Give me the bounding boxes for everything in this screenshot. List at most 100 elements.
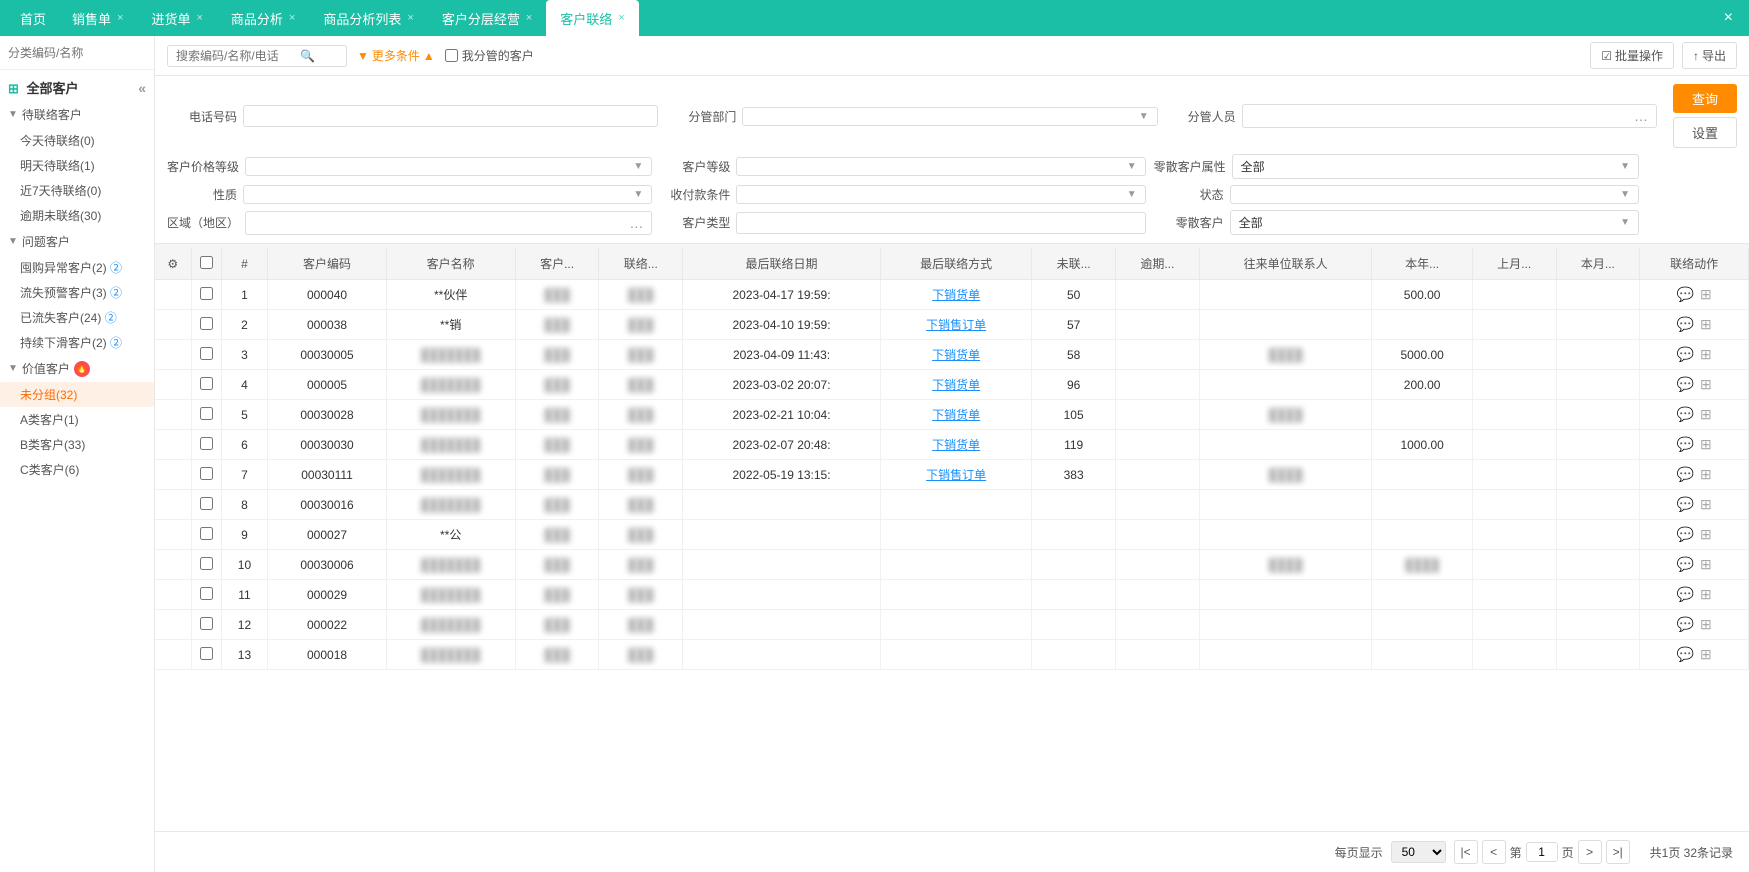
price-level-select[interactable]: ▼ — [245, 157, 652, 176]
row-select-checkbox[interactable] — [200, 347, 213, 360]
last-page-btn[interactable]: >| — [1606, 840, 1630, 864]
grid-icon[interactable]: ⊞ — [1700, 316, 1712, 333]
row-select-checkbox[interactable] — [200, 497, 213, 510]
sidebar-item-tomorrow[interactable]: 明天待联络(1) — [0, 153, 154, 178]
grid-icon[interactable]: ⊞ — [1700, 586, 1712, 603]
sidebar-item-c-class[interactable]: C类客户(6) — [0, 457, 154, 482]
grid-icon[interactable]: ⊞ — [1700, 556, 1712, 573]
sidebar-group-problem[interactable]: ▼ 问题客户 — [0, 228, 154, 255]
row-select-checkbox[interactable] — [200, 527, 213, 540]
page-size-select[interactable]: 50 100 200 — [1391, 841, 1446, 863]
close-tab-purchase-icon[interactable]: × — [196, 12, 202, 24]
grid-icon[interactable]: ⊞ — [1700, 646, 1712, 663]
sidebar-collapse-icon[interactable]: « — [138, 80, 146, 96]
contact-icon[interactable]: 💬 — [1677, 286, 1694, 303]
query-button[interactable]: 查询 — [1673, 84, 1737, 113]
sidebar-group-value[interactable]: ▼ 价值客户 🔥 — [0, 355, 154, 382]
contact-icon[interactable]: 💬 — [1677, 346, 1694, 363]
sidebar-item-7days[interactable]: 近7天待联络(0) — [0, 178, 154, 203]
next-page-btn[interactable]: > — [1578, 840, 1602, 864]
window-close-icon[interactable]: × — [1716, 9, 1741, 27]
grid-icon[interactable]: ⊞ — [1700, 436, 1712, 453]
sidebar-item-a-class[interactable]: A类客户(1) — [0, 407, 154, 432]
nature-select[interactable]: ▼ — [243, 185, 652, 204]
sidebar-item-warning[interactable]: 流失预警客户(3) ② — [0, 280, 154, 305]
region-input[interactable]: … — [245, 211, 652, 235]
grid-icon[interactable]: ⊞ — [1700, 616, 1712, 633]
batch-btn[interactable]: ☑ 批量操作 — [1590, 42, 1674, 69]
contact-icon[interactable]: 💬 — [1677, 586, 1694, 603]
row-select-checkbox[interactable] — [200, 467, 213, 480]
grid-icon[interactable]: ⊞ — [1700, 406, 1712, 423]
dept-select[interactable]: ▼ — [742, 107, 1157, 126]
sidebar-group-pending[interactable]: ▼ 待联络客户 — [0, 101, 154, 128]
search-input[interactable] — [176, 49, 296, 63]
contact-icon[interactable]: 💬 — [1677, 646, 1694, 663]
close-tab-analysis-list-icon[interactable]: × — [407, 12, 413, 24]
customer-type-input[interactable] — [736, 212, 1145, 234]
sidebar-item-overdue[interactable]: 逾期未联络(30) — [0, 203, 154, 228]
row-select-checkbox[interactable] — [200, 407, 213, 420]
first-page-btn[interactable]: |< — [1454, 840, 1478, 864]
more-conditions-btn[interactable]: ▼ 更多条件 ▲ — [357, 47, 435, 64]
contact-icon[interactable]: 💬 — [1677, 556, 1694, 573]
reset-button[interactable]: 设置 — [1673, 117, 1737, 148]
contact-icon[interactable]: 💬 — [1677, 436, 1694, 453]
nav-tab-customer-contact[interactable]: 客户联络 × — [546, 0, 638, 36]
select-all-checkbox[interactable] — [200, 256, 213, 269]
contact-icon[interactable]: 💬 — [1677, 616, 1694, 633]
sidebar-item-abnormal[interactable]: 囤购异常客户(2) ② — [0, 255, 154, 280]
all-customers-header[interactable]: ⊞ 全部客户 « — [0, 70, 154, 101]
sidebar-item-ungroup[interactable]: 未分组(32) — [0, 382, 154, 407]
row-select-checkbox[interactable] — [200, 557, 213, 570]
sidebar-item-lost[interactable]: 已流失客户(24) ② — [0, 305, 154, 330]
nav-tab-analysis[interactable]: 商品分析 × — [217, 0, 309, 36]
nav-home[interactable]: 首页 — [8, 9, 58, 28]
row-select-checkbox[interactable] — [200, 287, 213, 300]
filter-icon: ▼ — [357, 49, 369, 63]
sidebar-search-input[interactable] — [8, 46, 155, 60]
nav-tab-sales[interactable]: 销售单 × — [58, 0, 137, 36]
contact-icon[interactable]: 💬 — [1677, 316, 1694, 333]
my-customers-checkbox[interactable] — [445, 49, 458, 62]
close-tab-contact-icon[interactable]: × — [618, 12, 624, 24]
nav-tab-purchase[interactable]: 进货单 × — [137, 0, 216, 36]
phone-input[interactable] — [243, 105, 658, 127]
contact-icon[interactable]: 💬 — [1677, 466, 1694, 483]
close-tab-sales-icon[interactable]: × — [117, 12, 123, 24]
retail-select[interactable]: 全部 ▼ — [1230, 210, 1639, 235]
status-select[interactable]: ▼ — [1230, 185, 1639, 204]
payment-select[interactable]: ▼ — [736, 185, 1145, 204]
row-select-checkbox[interactable] — [200, 377, 213, 390]
sidebar-item-b-class[interactable]: B类客户(33) — [0, 432, 154, 457]
row-select-checkbox[interactable] — [200, 587, 213, 600]
current-page-input[interactable] — [1526, 842, 1558, 862]
nav-tab-customer-tier[interactable]: 客户分层经营 × — [428, 0, 546, 36]
settings-col-header[interactable]: ⚙ — [155, 248, 191, 280]
prev-page-btn[interactable]: < — [1482, 840, 1506, 864]
close-tab-customer-tier-icon[interactable]: × — [526, 12, 532, 24]
contact-icon[interactable]: 💬 — [1677, 496, 1694, 513]
row-select-checkbox[interactable] — [200, 317, 213, 330]
contact-icon[interactable]: 💬 — [1677, 406, 1694, 423]
grid-icon[interactable]: ⊞ — [1700, 376, 1712, 393]
grid-icon[interactable]: ⊞ — [1700, 526, 1712, 543]
export-btn[interactable]: ↑ 导出 — [1682, 42, 1737, 69]
row-select-checkbox[interactable] — [200, 437, 213, 450]
sidebar-item-today[interactable]: 今天待联络(0) — [0, 128, 154, 153]
nav-tab-analysis-list[interactable]: 商品分析列表 × — [309, 0, 427, 36]
grid-icon[interactable]: ⊞ — [1700, 496, 1712, 513]
grid-icon[interactable]: ⊞ — [1700, 346, 1712, 363]
customer-level-select[interactable]: ▼ — [736, 157, 1145, 176]
contact-icon[interactable]: 💬 — [1677, 526, 1694, 543]
close-tab-analysis-icon[interactable]: × — [289, 12, 295, 24]
contact-icon[interactable]: 💬 — [1677, 376, 1694, 393]
grid-icon[interactable]: ⊞ — [1700, 466, 1712, 483]
row-select-checkbox[interactable] — [200, 617, 213, 630]
retail-attr-select[interactable]: 全部 ▼ — [1232, 154, 1639, 179]
row-select-checkbox[interactable] — [200, 647, 213, 660]
grid-icon[interactable]: ⊞ — [1700, 286, 1712, 303]
sidebar-item-declining[interactable]: 持续下滑客户(2) ② — [0, 330, 154, 355]
row-no: 3 — [221, 340, 268, 370]
person-input[interactable]: … — [1242, 104, 1657, 128]
